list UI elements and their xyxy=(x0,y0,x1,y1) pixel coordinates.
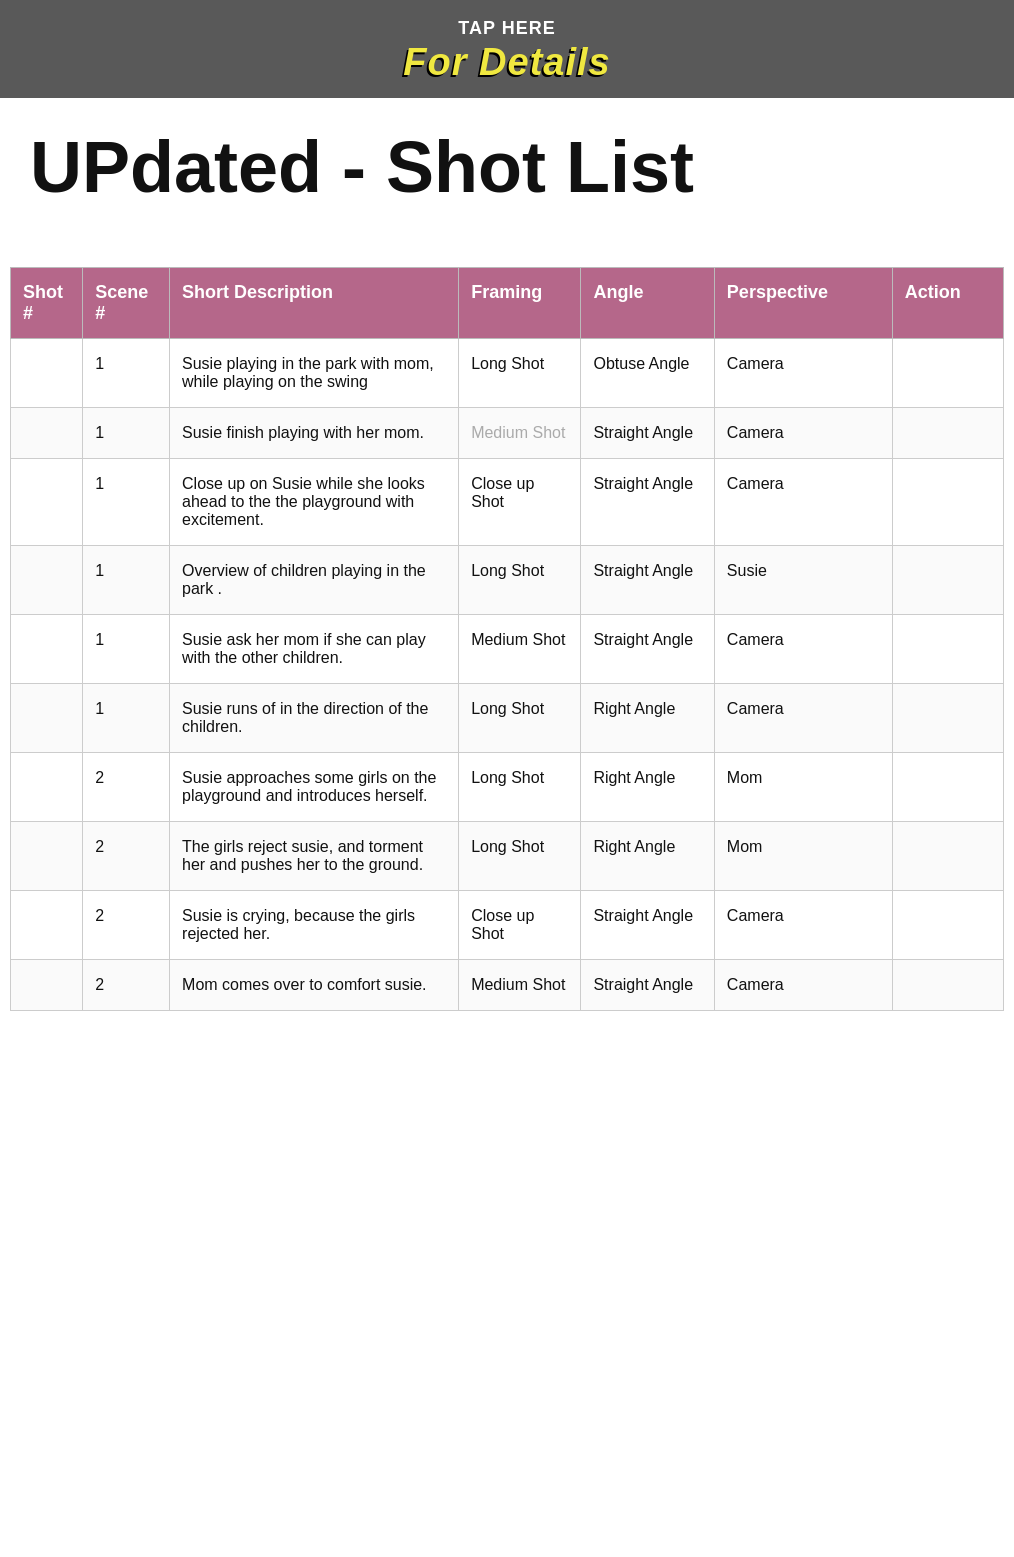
cell-action xyxy=(892,960,1003,1011)
cell-shot xyxy=(11,459,83,546)
cell-description: Susie approaches some girls on the playg… xyxy=(170,753,459,822)
cell-action xyxy=(892,408,1003,459)
for-details-label: For Details xyxy=(0,41,1014,84)
cell-shot xyxy=(11,753,83,822)
table-row: 1Susie finish playing with her mom.Mediu… xyxy=(11,408,1004,459)
cell-perspective: Camera xyxy=(714,891,892,960)
cell-framing: Long Shot xyxy=(459,822,581,891)
cell-angle: Right Angle xyxy=(581,753,714,822)
table-row: 2The girls reject susie, and torment her… xyxy=(11,822,1004,891)
cell-angle: Obtuse Angle xyxy=(581,339,714,408)
cell-perspective: Susie xyxy=(714,546,892,615)
page-title: UPdated - Shot List xyxy=(0,98,1014,207)
cell-scene: 2 xyxy=(83,822,170,891)
cell-shot xyxy=(11,408,83,459)
cell-description: Susie runs of in the direction of the ch… xyxy=(170,684,459,753)
cell-action xyxy=(892,339,1003,408)
shot-list-table: Shot # Scene # Short Description Framing… xyxy=(10,267,1004,1011)
cell-description: The girls reject susie, and torment her … xyxy=(170,822,459,891)
col-header-perspective: Perspective xyxy=(714,268,892,339)
col-header-angle: Angle xyxy=(581,268,714,339)
cell-perspective: Camera xyxy=(714,339,892,408)
cell-description: Mom comes over to comfort susie. xyxy=(170,960,459,1011)
table-header-row: Shot # Scene # Short Description Framing… xyxy=(11,268,1004,339)
cell-angle: Straight Angle xyxy=(581,615,714,684)
cell-description: Susie is crying, because the girls rejec… xyxy=(170,891,459,960)
col-header-description: Short Description xyxy=(170,268,459,339)
cell-description: Overview of children playing in the park… xyxy=(170,546,459,615)
cell-scene: 2 xyxy=(83,753,170,822)
cell-perspective: Camera xyxy=(714,459,892,546)
cell-scene: 1 xyxy=(83,408,170,459)
col-header-framing: Framing xyxy=(459,268,581,339)
cell-shot xyxy=(11,822,83,891)
header-banner[interactable]: TAP HERE For Details xyxy=(0,0,1014,98)
cell-framing: Long Shot xyxy=(459,339,581,408)
cell-action xyxy=(892,459,1003,546)
shot-list-table-container: Shot # Scene # Short Description Framing… xyxy=(10,267,1004,1011)
cell-framing: Close up Shot xyxy=(459,891,581,960)
cell-perspective: Mom xyxy=(714,753,892,822)
cell-description: Susie finish playing with her mom. xyxy=(170,408,459,459)
cell-angle: Straight Angle xyxy=(581,546,714,615)
cell-shot xyxy=(11,891,83,960)
table-row: 1Close up on Susie while she looks ahead… xyxy=(11,459,1004,546)
cell-scene: 1 xyxy=(83,615,170,684)
col-header-shot: Shot # xyxy=(11,268,83,339)
cell-angle: Right Angle xyxy=(581,822,714,891)
table-row: 1Susie ask her mom if she can play with … xyxy=(11,615,1004,684)
cell-scene: 2 xyxy=(83,960,170,1011)
col-header-action: Action xyxy=(892,268,1003,339)
cell-framing: Medium Shot xyxy=(459,408,581,459)
table-row: 2Susie approaches some girls on the play… xyxy=(11,753,1004,822)
cell-shot xyxy=(11,339,83,408)
cell-angle: Straight Angle xyxy=(581,891,714,960)
cell-shot xyxy=(11,684,83,753)
cell-framing: Medium Shot xyxy=(459,960,581,1011)
cell-framing: Long Shot xyxy=(459,546,581,615)
cell-shot xyxy=(11,615,83,684)
cell-framing: Medium Shot xyxy=(459,615,581,684)
cell-action xyxy=(892,822,1003,891)
cell-framing: Long Shot xyxy=(459,684,581,753)
cell-scene: 2 xyxy=(83,891,170,960)
cell-scene: 1 xyxy=(83,546,170,615)
cell-action xyxy=(892,684,1003,753)
table-row: 2Mom comes over to comfort susie.Medium … xyxy=(11,960,1004,1011)
tap-here-label: TAP HERE xyxy=(0,18,1014,39)
cell-perspective: Camera xyxy=(714,408,892,459)
cell-scene: 1 xyxy=(83,339,170,408)
cell-perspective: Camera xyxy=(714,960,892,1011)
cell-shot xyxy=(11,960,83,1011)
cell-description: Susie playing in the park with mom, whil… xyxy=(170,339,459,408)
table-row: 1Susie runs of in the direction of the c… xyxy=(11,684,1004,753)
cell-action xyxy=(892,753,1003,822)
cell-action xyxy=(892,891,1003,960)
cell-angle: Straight Angle xyxy=(581,960,714,1011)
cell-angle: Straight Angle xyxy=(581,459,714,546)
col-header-scene: Scene # xyxy=(83,268,170,339)
cell-framing: Close up Shot xyxy=(459,459,581,546)
cell-description: Susie ask her mom if she can play with t… xyxy=(170,615,459,684)
table-row: 1Overview of children playing in the par… xyxy=(11,546,1004,615)
cell-scene: 1 xyxy=(83,459,170,546)
cell-framing: Long Shot xyxy=(459,753,581,822)
cell-perspective: Camera xyxy=(714,615,892,684)
cell-angle: Straight Angle xyxy=(581,408,714,459)
cell-perspective: Camera xyxy=(714,684,892,753)
cell-action xyxy=(892,615,1003,684)
cell-angle: Right Angle xyxy=(581,684,714,753)
cell-description: Close up on Susie while she looks ahead … xyxy=(170,459,459,546)
cell-shot xyxy=(11,546,83,615)
cell-perspective: Mom xyxy=(714,822,892,891)
cell-action xyxy=(892,546,1003,615)
table-row: 1Susie playing in the park with mom, whi… xyxy=(11,339,1004,408)
table-row: 2Susie is crying, because the girls reje… xyxy=(11,891,1004,960)
cell-scene: 1 xyxy=(83,684,170,753)
